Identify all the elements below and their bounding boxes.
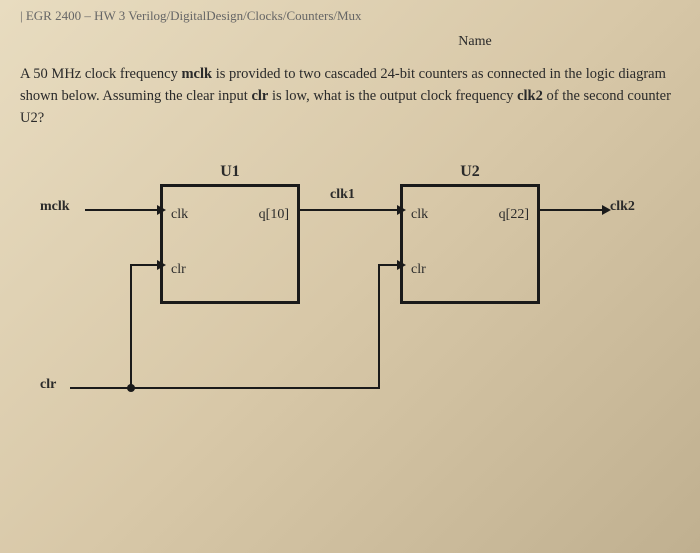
u2-pin-clk: clk <box>411 207 428 223</box>
arrow-icon <box>397 205 406 215</box>
worksheet-page: | EGR 2400 – HW 3 Verilog/DigitalDesign/… <box>0 0 700 553</box>
course-header: | EGR 2400 – HW 3 Verilog/DigitalDesign/… <box>20 8 680 24</box>
wire <box>540 209 605 211</box>
logic-diagram: U1 clk q[10] clr U2 clk q[22] clr mclk c… <box>30 159 670 409</box>
wire <box>130 264 160 266</box>
q-clk2: clk2 <box>517 88 543 104</box>
signal-clr: clr <box>40 377 56 393</box>
arrow-icon <box>157 205 166 215</box>
q-text: is low, what is the output clock frequen… <box>268 88 517 104</box>
question-text: A 50 MHz clock frequency mclk is provide… <box>20 64 680 129</box>
u1-title: U1 <box>220 163 240 181</box>
counter-u1: U1 clk q[10] clr <box>160 184 300 304</box>
wire <box>130 264 132 388</box>
signal-clk1: clk1 <box>330 187 355 203</box>
u1-pin-q: q[10] <box>259 207 289 223</box>
arrow-icon <box>157 260 166 270</box>
q-text: A 50 MHz clock frequency <box>20 66 181 82</box>
u2-pin-q: q[22] <box>499 207 529 223</box>
name-label: Name <box>20 34 680 50</box>
signal-mclk: mclk <box>40 199 70 215</box>
wire <box>300 209 400 211</box>
u2-title: U2 <box>460 163 480 181</box>
q-mclk: mclk <box>181 66 212 82</box>
wire <box>85 209 160 211</box>
wire <box>70 387 380 389</box>
wire-node <box>127 384 135 392</box>
u2-pin-clr: clr <box>411 262 426 278</box>
wire <box>378 264 380 388</box>
counter-u2: U2 clk q[22] clr <box>400 184 540 304</box>
u1-pin-clr: clr <box>171 262 186 278</box>
q-clr: clr <box>251 88 268 104</box>
arrow-icon <box>602 205 611 215</box>
arrow-icon <box>397 260 406 270</box>
u1-pin-clk: clk <box>171 207 188 223</box>
signal-clk2: clk2 <box>610 199 635 215</box>
